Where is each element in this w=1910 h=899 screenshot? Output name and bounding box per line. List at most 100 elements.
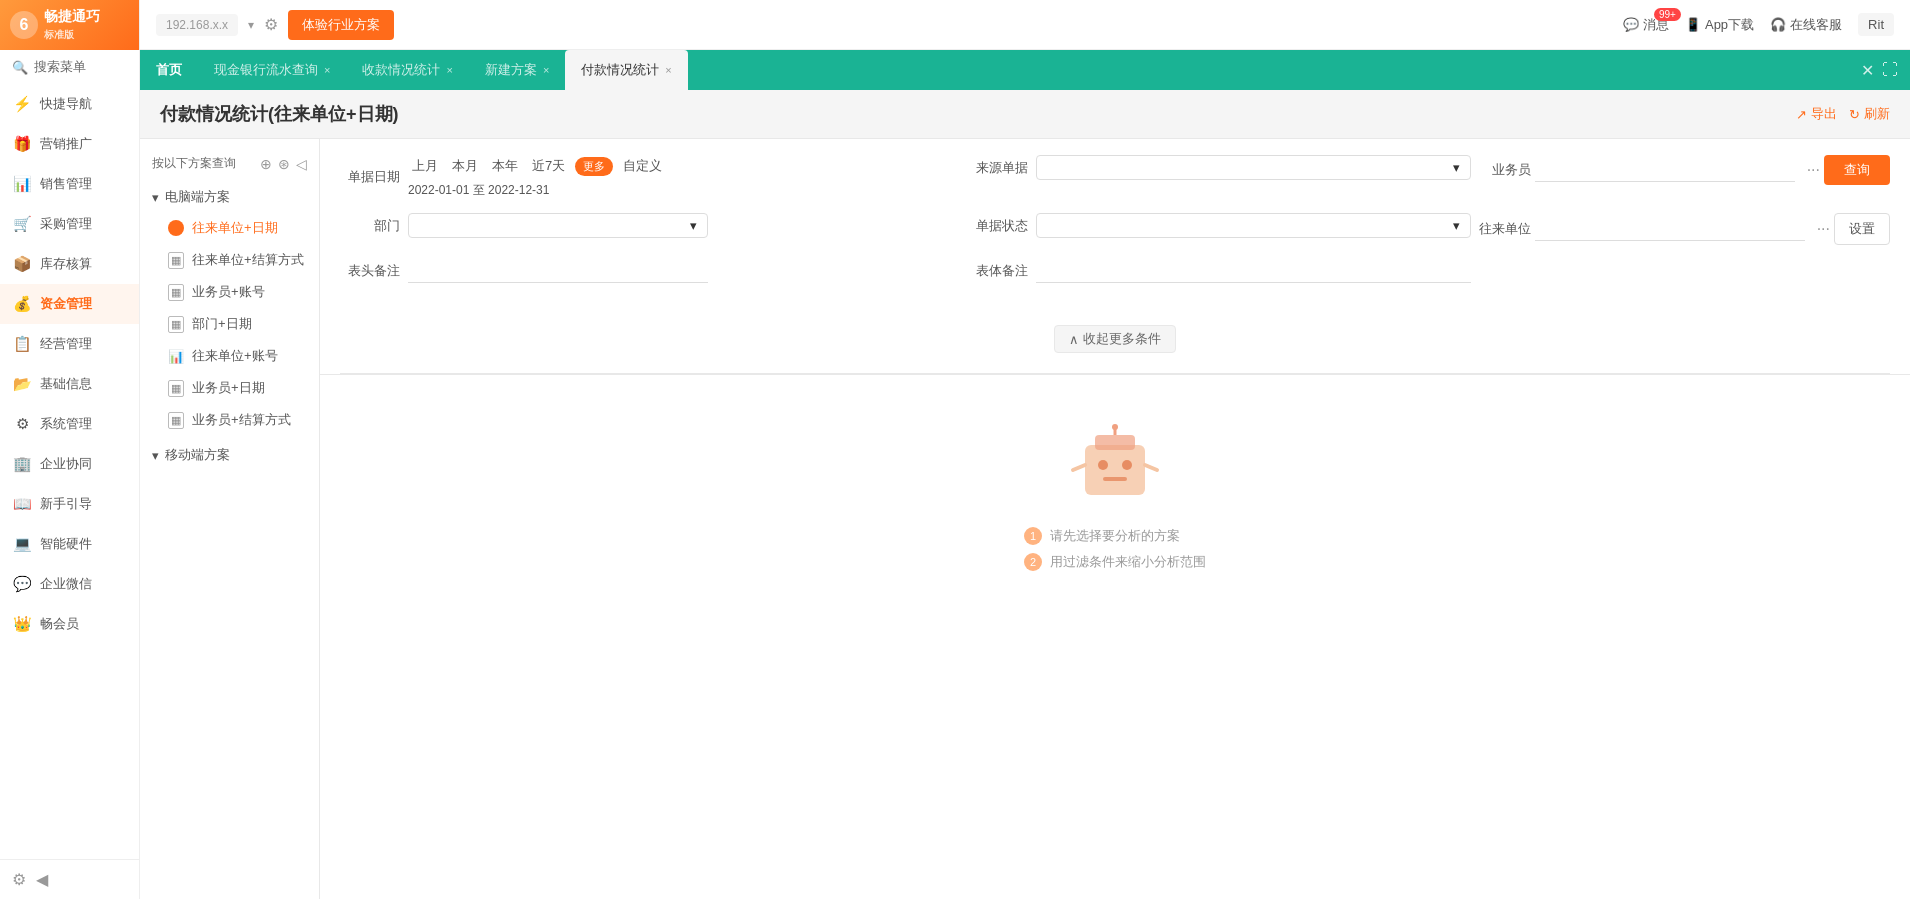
sidebar-item-vip[interactable]: 👑畅会员 — [0, 604, 139, 644]
expand-icon[interactable]: ⛶ — [1882, 61, 1898, 79]
filter-row-1: 单据日期 上月 本月 本年 近7天 更多 自定义 — [340, 155, 1890, 199]
staff-field: 业务员 ··· 查询 — [1471, 155, 1890, 185]
doc-status-field: 单据状态 ▾ — [968, 213, 1471, 238]
section-header-desktop[interactable]: ▾电脑端方案 — [140, 182, 319, 212]
refresh-btn[interactable]: ↻ 刷新 — [1849, 105, 1890, 123]
source-doc-label: 来源单据 — [968, 159, 1028, 177]
topbar-arrow: ▾ — [248, 18, 254, 32]
online-service-btn[interactable]: 🎧 在线客服 — [1770, 16, 1842, 34]
body-note-input[interactable] — [1036, 259, 1471, 283]
tab-close-collection[interactable]: × — [446, 64, 452, 76]
collapse-panel-icon[interactable]: ◁ — [296, 156, 307, 172]
scheme-settings-icon[interactable]: ⊛ — [278, 156, 290, 172]
staff-account-label: 业务员+账号 — [192, 283, 265, 301]
sidebar-item-capital[interactable]: 💰资金管理 — [0, 284, 139, 324]
wechat-icon: 💬 — [12, 574, 32, 594]
sidebar-item-marketing[interactable]: 🎁营销推广 — [0, 124, 139, 164]
sidebar-logo: 6 畅捷通巧 标准版 — [10, 8, 100, 42]
topbar-settings-icon[interactable]: ⚙ — [264, 15, 278, 34]
this-month-option[interactable]: 本月 — [448, 155, 482, 177]
scheme-item-staff-date[interactable]: ▦业务员+日期 — [140, 372, 319, 404]
export-label: 导出 — [1811, 105, 1837, 123]
sidebar-item-quick-nav[interactable]: ⚡快捷导航 — [0, 84, 139, 124]
trial-btn[interactable]: 体验行业方案 — [288, 10, 394, 40]
tab-close-new-scheme[interactable]: × — [543, 64, 549, 76]
scheme-item-staff-account[interactable]: ▦业务员+账号 — [140, 276, 319, 308]
sidebar-item-guide[interactable]: 📖新手引导 — [0, 484, 139, 524]
source-doc-select[interactable]: ▾ — [1036, 155, 1471, 180]
operation-icon: 📋 — [12, 334, 32, 354]
sidebar-item-basic-info[interactable]: 📂基础信息 — [0, 364, 139, 404]
guide-icon: 📖 — [12, 494, 32, 514]
sidebar-item-enterprise[interactable]: 🏢企业协同 — [0, 444, 139, 484]
body-note-label: 表体备注 — [968, 262, 1028, 280]
page-title: 付款情况统计(往来单位+日期) — [160, 102, 399, 126]
add-scheme-icon[interactable]: ⊕ — [260, 156, 272, 172]
sidebar-item-inventory[interactable]: 📦 库存核算 — [0, 244, 139, 284]
scheme-item-unit-settlement[interactable]: ▦往来单位+结算方式 — [140, 244, 319, 276]
tab-cash-flow[interactable]: 现金银行流水查询× — [198, 50, 346, 90]
section-header-mobile[interactable]: ▾移动端方案 — [140, 440, 319, 470]
sidebar-item-operation[interactable]: 📋经营管理 — [0, 324, 139, 364]
result-area: 1 请先选择要分析的方案 2 用过滤条件来缩小分析范围 — [320, 374, 1910, 611]
sidebar-item-system[interactable]: ⚙系统管理 — [0, 404, 139, 444]
setting-btn[interactable]: 设置 — [1834, 213, 1890, 245]
staff-input[interactable] — [1535, 158, 1795, 182]
search-menu[interactable]: 🔍 搜索菜单 — [0, 50, 139, 84]
sidebar-item-purchase[interactable]: 🛒采购管理 — [0, 204, 139, 244]
sidebar-item-wechat[interactable]: 💬企业微信 — [0, 564, 139, 604]
scheme-item-staff-settlement[interactable]: ▦业务员+结算方式 — [140, 404, 319, 436]
staff-settlement-label: 业务员+结算方式 — [192, 411, 291, 429]
last-month-option[interactable]: 上月 — [408, 155, 442, 177]
hint-1: 1 请先选择要分析的方案 — [1024, 527, 1206, 545]
tab-payment[interactable]: 付款情况统计× — [565, 50, 687, 90]
tab-collection[interactable]: 收款情况统计 × — [346, 50, 468, 90]
user-profile[interactable]: Rit — [1858, 13, 1894, 36]
settings-icon[interactable]: ⚙ — [12, 870, 26, 889]
tab-label-collection: 收款情况统计 — [362, 61, 440, 79]
tab-label-new-scheme: 新建方案 — [485, 61, 537, 79]
scheme-item-unit-account[interactable]: 📊往来单位+账号 — [140, 340, 319, 372]
collapse-conditions-btn[interactable]: ∧ 收起更多条件 — [1054, 325, 1176, 353]
inventory-label: 库存核算 — [40, 255, 92, 273]
scheme-item-dept-date[interactable]: ▦部门+日期 — [140, 308, 319, 340]
messages-btn[interactable]: 💬 消息 99+ — [1623, 16, 1669, 34]
scheme-panel-title: 按以下方案查询 — [152, 155, 236, 172]
tab-home[interactable]: 首页 — [140, 50, 198, 90]
app-download-btn[interactable]: 📱 App下载 — [1685, 16, 1754, 34]
doc-status-select[interactable]: ▾ — [1036, 213, 1471, 238]
sidebar-item-hardware[interactable]: 💻智能硬件 — [0, 524, 139, 564]
tab-new-scheme[interactable]: 新建方案 × — [469, 50, 565, 90]
refresh-label: 刷新 — [1864, 105, 1890, 123]
svg-line-8 — [1145, 465, 1157, 470]
sidebar-item-sales[interactable]: 📊销售管理 — [0, 164, 139, 204]
related-unit-input[interactable] — [1535, 217, 1805, 241]
this-year-option[interactable]: 本年 — [488, 155, 522, 177]
more-options[interactable]: 更多 — [575, 157, 613, 176]
staff-more-icon[interactable]: ··· — [1807, 161, 1820, 179]
related-unit-more-icon[interactable]: ··· — [1817, 220, 1830, 238]
app-label: App下载 — [1705, 16, 1754, 34]
topbar-left: 192.168.x.x ▾ ⚙ 体验行业方案 — [156, 10, 394, 40]
export-btn[interactable]: ↗ 导出 — [1796, 105, 1837, 123]
dept-select[interactable]: ▾ — [408, 213, 708, 238]
custom-option[interactable]: 自定义 — [619, 155, 666, 177]
logo-text: 畅捷通巧 — [44, 8, 100, 26]
query-btn[interactable]: 查询 — [1824, 155, 1890, 185]
tab-close-cash-flow[interactable]: × — [324, 64, 330, 76]
refresh-icon: ↻ — [1849, 107, 1860, 122]
quick-nav-label: 快捷导航 — [40, 95, 92, 113]
marketing-icon: 🎁 — [12, 134, 32, 154]
scheme-panel-header: 按以下方案查询 ⊕ ⊛ ◁ — [140, 149, 319, 178]
scheme-item-unit-date[interactable]: 往来单位+日期 — [140, 212, 319, 244]
header-note-input[interactable] — [408, 259, 708, 283]
inventory-icon: 📦 — [12, 254, 32, 274]
close-window-icon[interactable]: ✕ — [1861, 61, 1874, 80]
section-label-mobile: 移动端方案 — [165, 446, 230, 464]
collapse-sidebar-icon[interactable]: ◀ — [36, 870, 48, 889]
edition-label: 标准版 — [44, 28, 100, 42]
last-7days-option[interactable]: 近7天 — [528, 155, 569, 177]
tab-close-payment[interactable]: × — [665, 64, 671, 76]
main-right: 单据日期 上月 本月 本年 近7天 更多 自定义 — [320, 139, 1910, 899]
empty-state-icon — [1065, 415, 1165, 515]
